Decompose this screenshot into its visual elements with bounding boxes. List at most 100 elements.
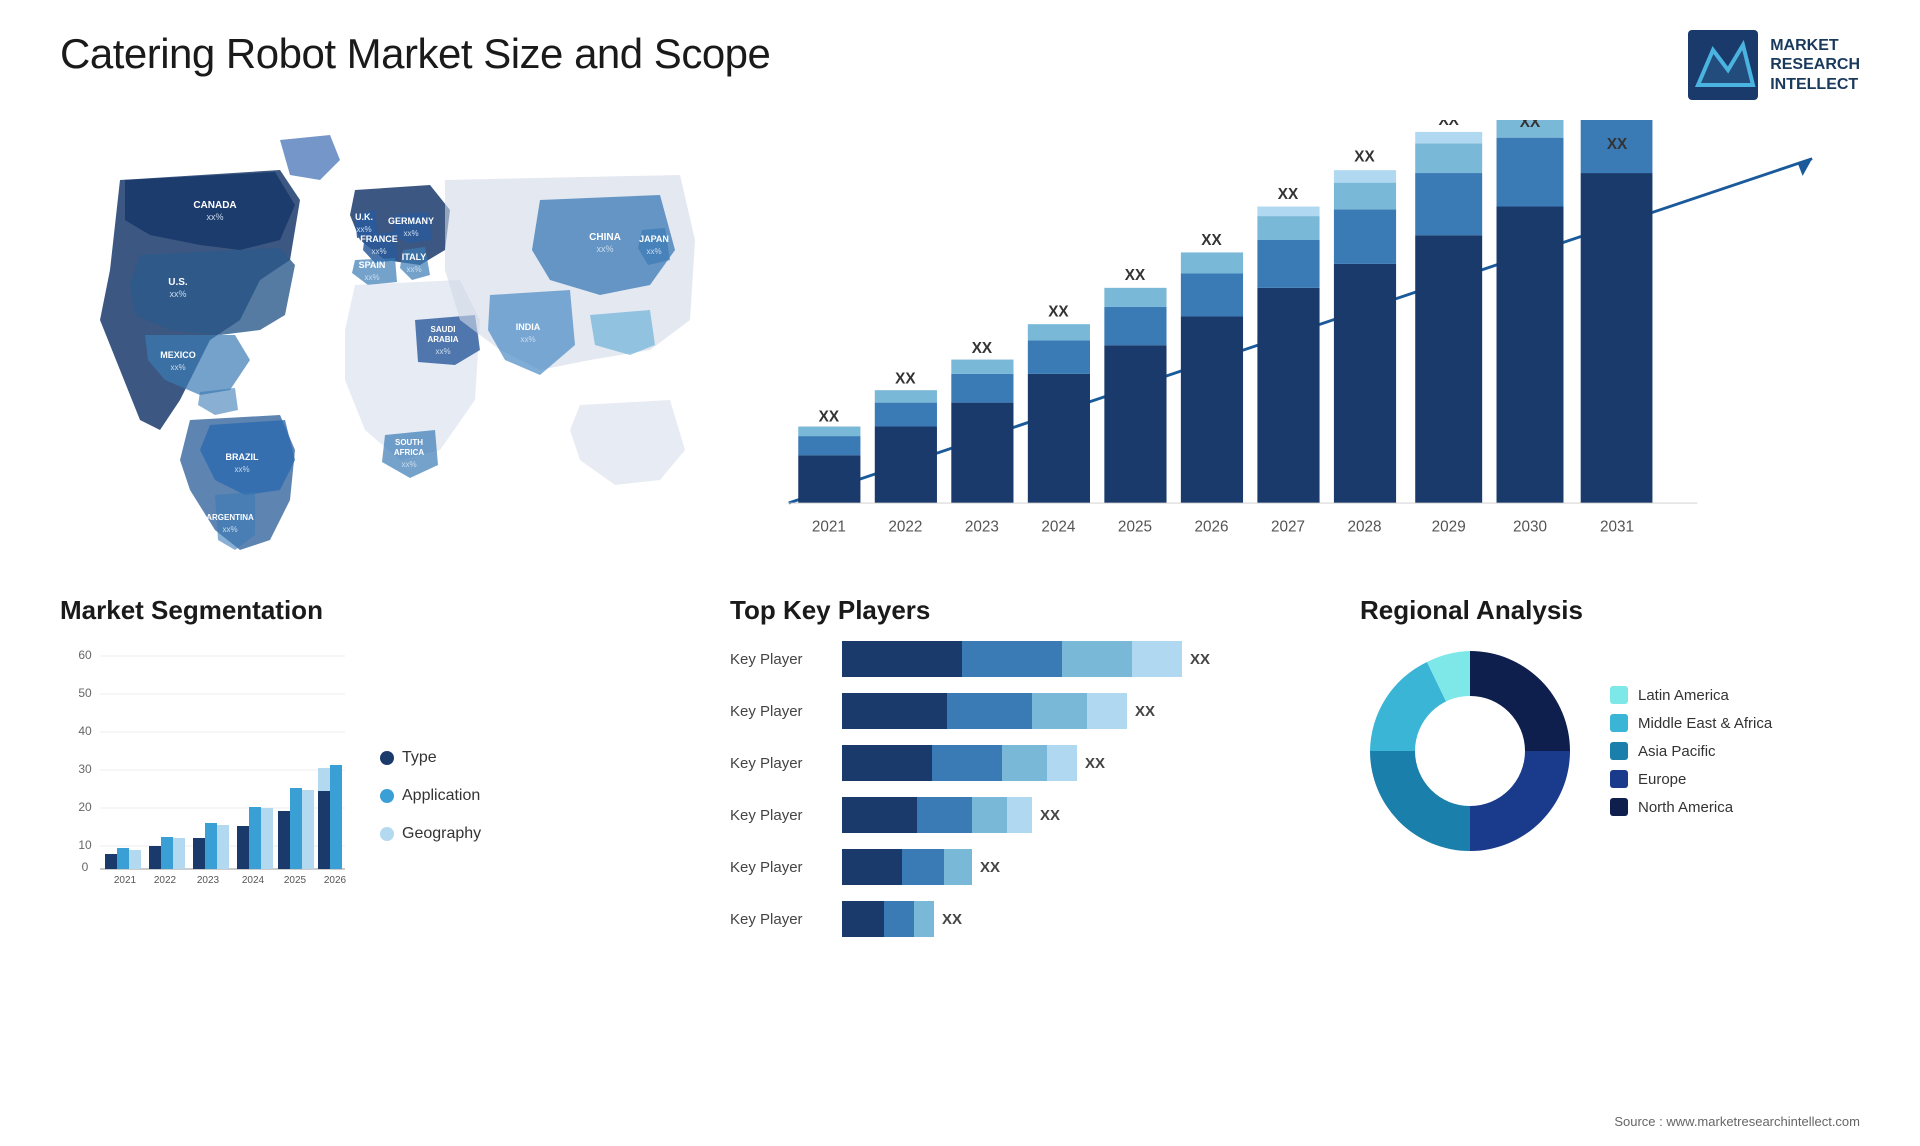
legend-type: Type xyxy=(380,749,481,767)
player-label: Key Player xyxy=(730,859,830,876)
svg-text:xx%: xx% xyxy=(401,460,416,469)
player-row: Key Player XX xyxy=(730,693,1310,729)
svg-text:2025: 2025 xyxy=(284,875,307,886)
legend-label-geography: Geography xyxy=(402,825,481,843)
logo-line3: INTELLECT xyxy=(1770,75,1860,94)
player-xx: XX xyxy=(1190,651,1210,668)
player-xx: XX xyxy=(980,859,1000,876)
svg-text:ARGENTINA: ARGENTINA xyxy=(206,513,254,522)
svg-text:XX: XX xyxy=(1048,304,1069,321)
svg-text:2029: 2029 xyxy=(1432,519,1466,536)
player-xx: XX xyxy=(1085,755,1105,772)
legend-item-apac: Asia Pacific xyxy=(1610,742,1772,760)
legend-label-latin: Latin America xyxy=(1638,687,1729,704)
legend-label-na: North America xyxy=(1638,799,1733,816)
logo-text: MARKET RESEARCH INTELLECT xyxy=(1770,36,1860,94)
player-xx: XX xyxy=(1040,807,1060,824)
player-bar-mid xyxy=(962,641,1062,677)
player-bar-dark xyxy=(842,693,947,729)
svg-text:2021: 2021 xyxy=(114,875,137,886)
regional-chart-area: Latin America Middle East & Africa Asia … xyxy=(1360,641,1920,861)
svg-text:2030: 2030 xyxy=(1513,519,1547,536)
svg-text:SPAIN: SPAIN xyxy=(359,260,386,270)
legend-color-latin xyxy=(1610,686,1628,704)
svg-text:XX: XX xyxy=(1438,120,1459,129)
world-map-svg: CANADA xx% U.S. xx% MEXICO xx% BRAZIL xx… xyxy=(60,120,700,580)
svg-text:ARABIA: ARABIA xyxy=(427,335,458,344)
segmentation-svg: 60 50 40 30 20 10 0 xyxy=(60,641,360,891)
legend-color-mea xyxy=(1610,714,1628,732)
svg-text:xx%: xx% xyxy=(356,225,371,234)
svg-text:2023: 2023 xyxy=(965,519,999,536)
svg-text:AFRICA: AFRICA xyxy=(394,448,424,457)
svg-text:2027: 2027 xyxy=(1271,519,1305,536)
svg-text:2028: 2028 xyxy=(1348,519,1382,536)
player-bar-light xyxy=(972,797,1007,833)
svg-text:2031: 2031 xyxy=(1600,519,1634,536)
donut-svg xyxy=(1360,641,1580,861)
segmentation-section: Market Segmentation 60 50 40 30 20 10 0 xyxy=(60,595,700,937)
svg-text:2022: 2022 xyxy=(154,875,177,886)
svg-text:MEXICO: MEXICO xyxy=(160,350,196,360)
regional-legend: Latin America Middle East & Africa Asia … xyxy=(1610,686,1772,816)
player-bar-light xyxy=(1032,693,1087,729)
legend-dot-geography xyxy=(380,827,394,841)
legend-color-na xyxy=(1610,798,1628,816)
svg-text:xx%: xx% xyxy=(520,335,535,344)
svg-text:U.S.: U.S. xyxy=(168,277,188,288)
svg-text:CANADA: CANADA xyxy=(193,200,236,211)
legend-item-mea: Middle East & Africa xyxy=(1610,714,1772,732)
svg-text:xx%: xx% xyxy=(234,465,249,474)
legend-label-type: Type xyxy=(402,749,437,767)
svg-text:XX: XX xyxy=(895,370,916,387)
player-bar-light xyxy=(1062,641,1132,677)
svg-text:XX: XX xyxy=(1201,232,1222,249)
legend-label-apac: Asia Pacific xyxy=(1638,743,1716,760)
svg-text:2024: 2024 xyxy=(242,875,265,886)
player-bar-lighter xyxy=(1132,641,1182,677)
legend-label-application: Application xyxy=(402,787,480,805)
legend-color-apac xyxy=(1610,742,1628,760)
legend-item-europe: Europe xyxy=(1610,770,1772,788)
svg-text:30: 30 xyxy=(78,762,92,776)
player-bar-lighter xyxy=(1087,693,1127,729)
key-players-section: Top Key Players Key Player XX xyxy=(700,595,1340,937)
player-bar-dark xyxy=(842,745,932,781)
player-row: Key Player XX xyxy=(730,901,1310,937)
player-bar-mid xyxy=(947,693,1032,729)
growth-chart-svg: XX 2021 XX 2022 XX 2023 xyxy=(760,120,1860,580)
player-row: Key Player XX xyxy=(730,797,1310,833)
svg-text:2025: 2025 xyxy=(1118,519,1152,536)
player-bar-mid xyxy=(917,797,972,833)
player-row: Key Player XX xyxy=(730,849,1310,885)
logo-area: MARKET RESEARCH INTELLECT xyxy=(1688,30,1860,100)
legend-dot-application xyxy=(380,789,394,803)
svg-text:0: 0 xyxy=(82,860,89,874)
players-list: Key Player XX Key Player xyxy=(730,641,1310,937)
player-bar-mid xyxy=(902,849,944,885)
player-bar-mid xyxy=(932,745,1002,781)
player-bar-container: XX xyxy=(842,745,1310,781)
svg-text:XX: XX xyxy=(972,340,993,357)
svg-text:2024: 2024 xyxy=(1041,519,1076,536)
legend-application: Application xyxy=(380,787,481,805)
page-container: Catering Robot Market Size and Scope MAR… xyxy=(0,0,1920,1146)
logo-icon xyxy=(1688,30,1758,100)
player-bar-light xyxy=(914,901,934,937)
player-bar-container: XX xyxy=(842,693,1310,729)
svg-text:xx%: xx% xyxy=(403,229,418,238)
svg-text:ITALY: ITALY xyxy=(402,252,427,262)
legend-color-europe xyxy=(1610,770,1628,788)
svg-text:60: 60 xyxy=(78,648,92,662)
player-bar-mid xyxy=(884,901,914,937)
svg-text:10: 10 xyxy=(78,838,92,852)
player-bar-light xyxy=(944,849,972,885)
player-xx: XX xyxy=(1135,703,1155,720)
svg-text:xx%: xx% xyxy=(364,273,379,282)
player-bar-dark xyxy=(842,641,962,677)
svg-text:xx%: xx% xyxy=(646,247,661,256)
svg-text:CHINA: CHINA xyxy=(589,232,621,243)
player-bar-container: XX xyxy=(842,797,1310,833)
svg-text:50: 50 xyxy=(78,686,92,700)
source-text: Source : www.marketresearchintellect.com xyxy=(1614,1113,1860,1131)
